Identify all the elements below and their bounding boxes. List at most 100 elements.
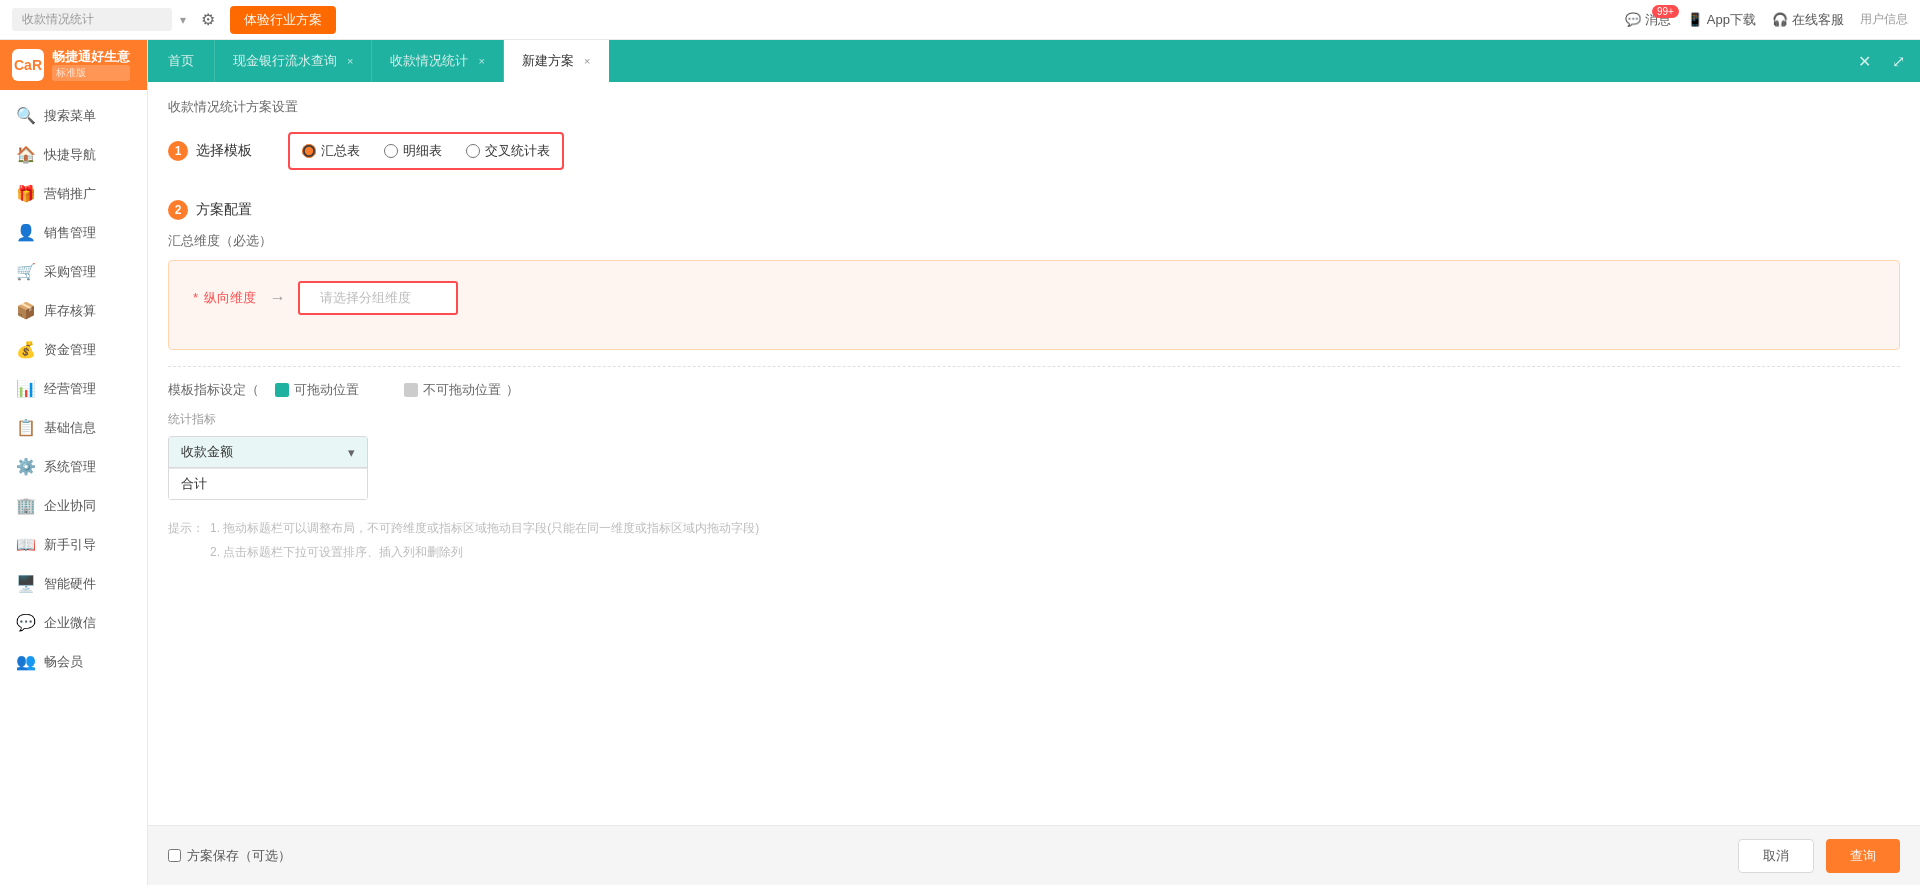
template-option-cross[interactable]: 交叉统计表	[466, 142, 550, 160]
page-title: 收款情况统计方案设置	[168, 98, 1900, 116]
sidebar-item-quick-nav[interactable]: 🏠 快捷导航	[0, 135, 147, 174]
step1-header: 1 选择模板 汇总表 明细表 交叉统计表	[168, 132, 1900, 170]
sidebar-label-finance: 资金管理	[44, 341, 96, 359]
no-draggable-label: 不可拖动位置	[423, 381, 501, 399]
save-option-label: 方案保存（可选）	[187, 847, 291, 865]
tab-bank-label: 现金银行流水查询	[233, 52, 337, 70]
sidebar-item-operation[interactable]: 📊 经营管理	[0, 369, 147, 408]
save-checkbox[interactable]	[168, 849, 181, 862]
sidebar-label-inventory: 库存核算	[44, 302, 96, 320]
sidebar-item-base[interactable]: 📋 基础信息	[0, 408, 147, 447]
stat-section-label: 统计指标	[168, 411, 1900, 428]
notification-badge: 99+	[1652, 5, 1679, 18]
logo-tag: 标准版	[52, 65, 130, 81]
sidebar-item-inventory[interactable]: 📦 库存核算	[0, 291, 147, 330]
template-cross-label: 交叉统计表	[485, 142, 550, 160]
stat-table-header[interactable]: 收款金额 ▾	[169, 437, 367, 468]
indicator-separator	[375, 381, 388, 399]
query-button[interactable]: 查询	[1826, 839, 1900, 873]
sidebar-label-guide: 新手引导	[44, 536, 96, 554]
tip2-text: 2. 点击标题栏下拉可设置排序、插入列和删除列	[210, 540, 463, 564]
tab-receipt-close[interactable]: ×	[478, 55, 484, 67]
logo-text-area: 畅捷通好生意 标准版	[52, 49, 130, 82]
tip2-line: 2. 点击标题栏下拉可设置排序、插入列和删除列	[168, 540, 1900, 564]
money-icon: 💰	[16, 340, 36, 359]
tab-bar-right: ✕ ⤢	[1850, 40, 1920, 82]
download-link[interactable]: 📱 App下载	[1687, 11, 1756, 29]
logo-area: CaR 畅捷通好生意 标准版	[0, 40, 147, 90]
no-drag-legend: 不可拖动位置 ）	[404, 381, 519, 399]
home-icon: 🏠	[16, 145, 36, 164]
arrow-icon: ▾	[180, 13, 186, 27]
draggable-label: 可拖动位置	[294, 381, 359, 399]
sidebar-item-purchase[interactable]: 🛒 采购管理	[0, 252, 147, 291]
tips-area: 提示： 1. 拖动标题栏可以调整布局，不可跨维度或指标区域拖动目字段(只能在同一…	[168, 516, 1900, 564]
indicator-settings-label: 模板指标设定（	[168, 381, 259, 399]
sidebar-item-hardware[interactable]: 🖥️ 智能硬件	[0, 564, 147, 603]
logo-text: 畅捷通好生意	[52, 49, 130, 66]
dimension-select[interactable]: 请选择分组维度	[298, 281, 458, 315]
download-icon: 📱	[1687, 12, 1703, 27]
sidebar-label-search: 搜索菜单	[44, 107, 96, 125]
save-option[interactable]: 方案保存（可选）	[168, 847, 291, 865]
message-icon: 💬	[1625, 12, 1641, 27]
sidebar-label-enterprise: 企业协同	[44, 497, 96, 515]
tab-close-window-btn[interactable]: ✕	[1850, 47, 1878, 75]
tab-bank[interactable]: 现金银行流水查询 ×	[215, 40, 372, 82]
dimension-title: 汇总维度（必选）	[168, 232, 1900, 250]
sidebar: CaR 畅捷通好生意 标准版 🔍 搜索菜单 🏠 快捷导航 🎁 营销推广 👤	[0, 40, 148, 885]
chart-icon: 📊	[16, 379, 36, 398]
step2-title: 方案配置	[196, 201, 252, 219]
sidebar-nav: 🔍 搜索菜单 🏠 快捷导航 🎁 营销推广 👤 销售管理 🛒 采购管理 📦	[0, 90, 147, 885]
tab-bar: 首页 现金银行流水查询 × 收款情况统计 × 新建方案 × ✕ ⤢	[148, 40, 1920, 82]
cancel-button[interactable]: 取消	[1738, 839, 1814, 873]
config-section: 汇总维度（必选） * 纵向维度 → 请选择分组维度	[168, 232, 1900, 564]
tab-home-label: 首页	[168, 52, 194, 70]
tab-home[interactable]: 首页	[148, 40, 215, 82]
sidebar-label-marketing: 营销推广	[44, 185, 96, 203]
sidebar-item-system[interactable]: ⚙️ 系统管理	[0, 447, 147, 486]
sidebar-item-guide[interactable]: 📖 新手引导	[0, 525, 147, 564]
content-area: 收款情况统计方案设置 1 选择模板 汇总表 明细表	[148, 82, 1920, 825]
tab-receipt-label: 收款情况统计	[390, 52, 468, 70]
notification-area[interactable]: 💬 消息 99+	[1625, 11, 1671, 29]
sidebar-item-wechat[interactable]: 💬 企业微信	[0, 603, 147, 642]
sidebar-label-quick-nav: 快捷导航	[44, 146, 96, 164]
arrow-right-icon: →	[270, 289, 286, 307]
tab-new-close[interactable]: ×	[584, 55, 590, 67]
no-drag-indicator	[404, 383, 418, 397]
tab-new[interactable]: 新建方案 ×	[504, 40, 609, 82]
tip1-line: 提示： 1. 拖动标题栏可以调整布局，不可跨维度或指标区域拖动目字段(只能在同一…	[168, 516, 1900, 540]
sidebar-item-member[interactable]: 👥 畅会员	[0, 642, 147, 681]
tab-expand-btn[interactable]: ⤢	[1884, 47, 1912, 75]
sidebar-item-enterprise[interactable]: 🏢 企业协同	[0, 486, 147, 525]
service-icon: 🎧	[1772, 12, 1788, 27]
step1-title: 选择模板	[196, 142, 252, 160]
sidebar-label-purchase: 采购管理	[44, 263, 96, 281]
template-option-detail[interactable]: 明细表	[384, 142, 442, 160]
sidebar-item-search[interactable]: 🔍 搜索菜单	[0, 96, 147, 135]
template-detail-label: 明细表	[403, 142, 442, 160]
tab-receipt[interactable]: 收款情况统计 ×	[372, 40, 503, 82]
stat-table-cell-total: 合计	[169, 468, 367, 499]
tip-spacer	[168, 540, 204, 564]
sidebar-item-sales[interactable]: 👤 销售管理	[0, 213, 147, 252]
footer: 方案保存（可选） 取消 查询	[148, 825, 1920, 885]
template-option-summary[interactable]: 汇总表	[302, 142, 360, 160]
radio-summary[interactable]	[302, 144, 316, 158]
step1-number: 1	[168, 141, 188, 161]
tab-new-label: 新建方案	[522, 52, 574, 70]
building-icon: 🏢	[16, 496, 36, 515]
sidebar-item-finance[interactable]: 💰 资金管理	[0, 330, 147, 369]
sidebar-item-marketing[interactable]: 🎁 营销推广	[0, 174, 147, 213]
main-panel: 首页 现金银行流水查询 × 收款情况统计 × 新建方案 × ✕ ⤢ 收款情况统计…	[148, 40, 1920, 885]
trial-button[interactable]: 体验行业方案	[230, 6, 336, 34]
radio-detail[interactable]	[384, 144, 398, 158]
radio-cross[interactable]	[466, 144, 480, 158]
service-link[interactable]: 🎧 在线客服	[1772, 11, 1844, 29]
settings-button[interactable]: ⚙	[194, 6, 222, 34]
template-summary-label: 汇总表	[321, 142, 360, 160]
tab-bank-close[interactable]: ×	[347, 55, 353, 67]
step1-section: 1 选择模板 汇总表 明细表 交叉统计表	[168, 132, 1900, 182]
stat-table: 收款金额 ▾ 合计	[168, 436, 368, 500]
